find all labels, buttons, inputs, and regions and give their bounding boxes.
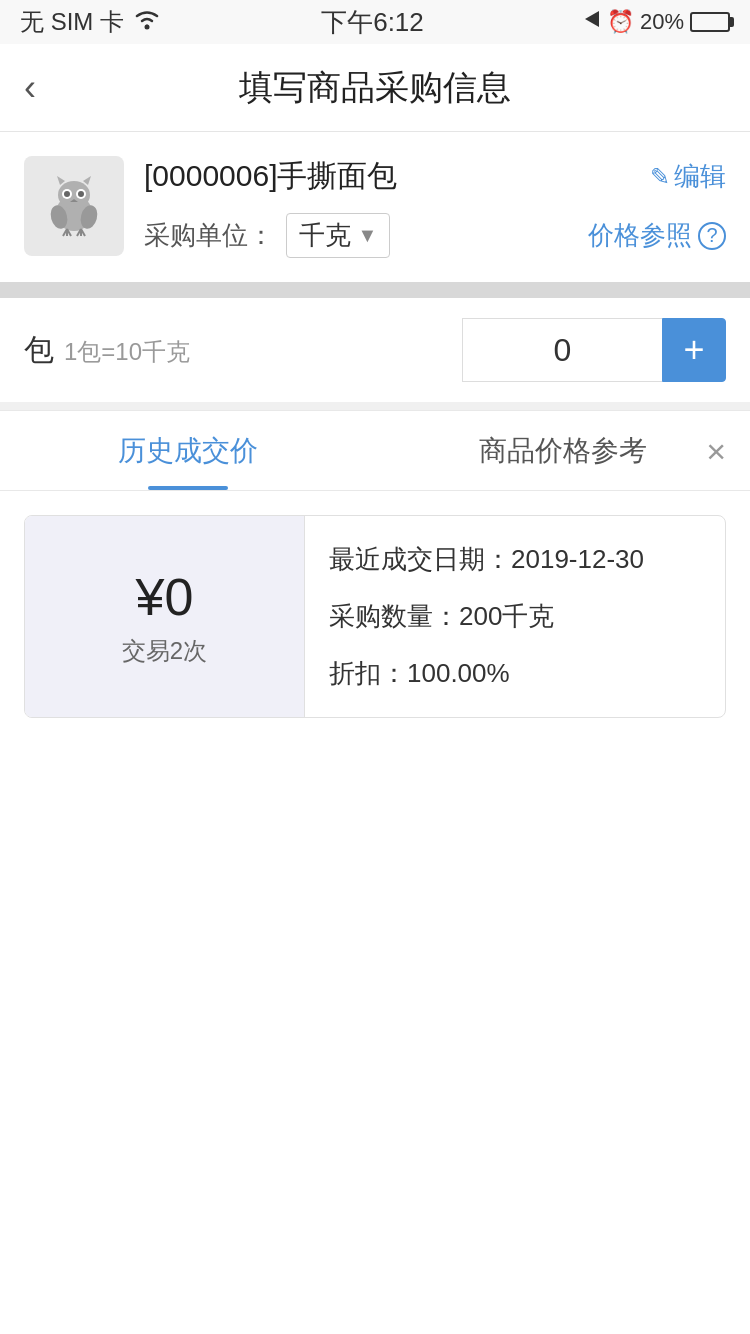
- wifi-icon: [132, 8, 162, 36]
- section-divider: [0, 282, 750, 298]
- svg-marker-10: [83, 176, 91, 185]
- history-transaction-count: 交易2次: [122, 635, 207, 667]
- svg-marker-9: [57, 176, 65, 185]
- carrier-label: 无 SIM 卡: [20, 6, 124, 38]
- price-reference-button[interactable]: 价格参照 ?: [588, 218, 726, 253]
- quantity-plus-button[interactable]: +: [662, 318, 726, 382]
- purchase-qty-row: 采购数量：200千克: [329, 597, 701, 636]
- tab-product-price-ref-label: 商品价格参考: [479, 432, 647, 470]
- battery-icon: [690, 12, 730, 32]
- unit-select[interactable]: 千克 ▼: [286, 213, 390, 258]
- quantity-conversion-label: 1包=10千克: [64, 336, 190, 368]
- alarm-icon: ⏰: [607, 9, 634, 35]
- edit-icon: ✎: [650, 163, 670, 191]
- page-header: ‹ 填写商品采购信息: [0, 44, 750, 132]
- location-icon: [583, 8, 601, 36]
- tab-history-price[interactable]: 历史成交价: [0, 411, 375, 490]
- quantity-label-group: 包 1包=10千克: [24, 330, 190, 371]
- history-card-right: 最近成交日期：2019-12-30 采购数量：200千克 折扣：100.00%: [305, 516, 725, 717]
- tab-active-indicator: [148, 486, 228, 490]
- purchase-unit-group: 采购单位： 千克 ▼: [144, 213, 390, 258]
- status-bar: 无 SIM 卡 下午6:12 ⏰ 20%: [0, 0, 750, 44]
- recent-deal-date-row: 最近成交日期：2019-12-30: [329, 540, 701, 579]
- page-title: 填写商品采购信息: [239, 65, 511, 111]
- battery-percent: 20%: [640, 9, 684, 35]
- svg-point-7: [78, 191, 84, 197]
- edit-button[interactable]: ✎ 编辑: [650, 159, 726, 194]
- quantity-row: 包 1包=10千克 +: [0, 298, 750, 402]
- product-thumbnail: [24, 156, 124, 256]
- tabs-close-button[interactable]: ×: [706, 431, 726, 470]
- history-price-value: ¥0: [136, 567, 194, 627]
- history-card-left: ¥0 交易2次: [25, 516, 305, 717]
- info-icon: ?: [698, 222, 726, 250]
- history-price-card: ¥0 交易2次 最近成交日期：2019-12-30 采购数量：200千克 折扣：…: [24, 515, 726, 718]
- purchase-unit-row: 采购单位： 千克 ▼ 价格参照 ?: [144, 213, 726, 258]
- svg-point-0: [145, 25, 150, 30]
- dropdown-arrow-icon: ▼: [357, 224, 377, 247]
- tabs-container: 历史成交价 商品价格参考 × ¥0 交易2次 最近成交日期：2019-12-30…: [0, 410, 750, 742]
- back-button[interactable]: ‹: [24, 67, 36, 109]
- status-right: ⏰ 20%: [583, 8, 730, 36]
- discount-row: 折扣：100.00%: [329, 654, 701, 693]
- page-background: [0, 742, 750, 1334]
- status-left: 无 SIM 卡: [20, 6, 162, 38]
- tab-content-history: ¥0 交易2次 最近成交日期：2019-12-30 采购数量：200千克 折扣：…: [0, 491, 750, 742]
- svg-point-6: [64, 191, 70, 197]
- product-name: [0000006]手撕面包: [144, 156, 397, 197]
- product-info: [0000006]手撕面包 ✎ 编辑 采购单位： 千克 ▼ 价格参照 ?: [144, 156, 726, 258]
- status-time: 下午6:12: [321, 5, 424, 40]
- tab-history-price-label: 历史成交价: [118, 432, 258, 470]
- tab-product-price-ref[interactable]: 商品价格参考: [375, 411, 750, 490]
- product-card: [0000006]手撕面包 ✎ 编辑 采购单位： 千克 ▼ 价格参照 ?: [0, 132, 750, 282]
- product-name-row: [0000006]手撕面包 ✎ 编辑: [144, 156, 726, 197]
- quantity-input[interactable]: [462, 318, 662, 382]
- quantity-input-group: +: [462, 318, 726, 382]
- quantity-unit-label: 包: [24, 330, 54, 371]
- product-logo: [39, 171, 109, 241]
- svg-marker-1: [585, 11, 599, 27]
- tabs-header: 历史成交价 商品价格参考 ×: [0, 411, 750, 491]
